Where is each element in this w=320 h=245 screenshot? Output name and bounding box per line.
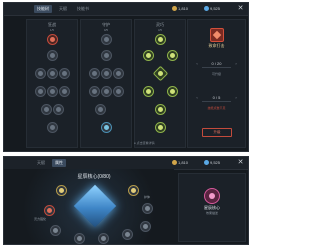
skill-node[interactable] xyxy=(101,122,112,133)
chevron-left-icon[interactable]: ‹ xyxy=(194,94,200,102)
skill-node[interactable] xyxy=(101,68,112,79)
tab-attributes[interactable]: 属性 xyxy=(52,159,66,167)
core-node[interactable] xyxy=(50,225,61,236)
tab-skill-tree[interactable]: 技能树 xyxy=(34,5,52,13)
skill-node[interactable] xyxy=(95,104,106,115)
skill-node[interactable] xyxy=(167,50,178,61)
core-detail-subtitle: 效果描述 xyxy=(205,211,218,215)
skill-node[interactable] xyxy=(155,34,166,45)
core-node[interactable] xyxy=(128,185,139,196)
skill-tree-screen: 技能树 天赋 技能书 1,810 9,525 ✕ 狂战 1/5 守护 0/5 灵… xyxy=(3,2,249,152)
stepper-value: 0 / 20 xyxy=(211,61,222,66)
skill-node[interactable] xyxy=(47,50,58,61)
core-title: 星辰核心(0/80) xyxy=(77,174,111,180)
skill-node[interactable] xyxy=(101,34,112,45)
skill-node[interactable] xyxy=(101,50,112,61)
core-detail-icon xyxy=(204,188,220,204)
skill-node[interactable] xyxy=(41,104,52,115)
column-title: 灵巧 xyxy=(156,22,164,27)
skill-node[interactable] xyxy=(143,86,154,97)
coin-icon xyxy=(172,160,177,166)
skill-node[interactable] xyxy=(167,86,178,97)
skill-node[interactable] xyxy=(47,122,58,133)
skill-node[interactable] xyxy=(155,122,166,133)
tab-talent[interactable]: 天赋 xyxy=(34,159,48,167)
gem-icon xyxy=(204,6,209,12)
upgrade-button[interactable]: 升级 xyxy=(202,128,232,137)
skill-title: 致命打击 xyxy=(208,43,225,48)
skill-node[interactable] xyxy=(59,68,70,79)
core-node[interactable] xyxy=(56,185,67,196)
skill-node[interactable] xyxy=(152,65,169,82)
close-icon[interactable]: ✕ xyxy=(236,4,245,13)
divider xyxy=(202,67,231,68)
points-stepper[interactable]: ‹ 0 / 5 › xyxy=(194,94,239,102)
node-label: 灵力强化 xyxy=(34,217,47,221)
skill-node[interactable] xyxy=(155,104,166,115)
resource-gems-value: 9,525 xyxy=(210,6,221,11)
skill-node[interactable] xyxy=(113,68,124,79)
footer-hint: ● 点击查看详情 xyxy=(134,141,155,145)
skill-detail-panel: 致命打击 ‹ 0 / 20 › 可升级 ‹ 0 / 5 › 技能点数不足 升级 xyxy=(187,19,246,148)
chevron-left-icon[interactable]: ‹ xyxy=(194,60,200,68)
resource-gems: 9,525 xyxy=(204,5,220,13)
skill-node[interactable] xyxy=(143,50,154,61)
core-node[interactable] xyxy=(74,233,85,244)
skill-node[interactable] xyxy=(101,86,112,97)
resource-gold-value: 1,810 xyxy=(178,160,189,165)
column-progress: 3/5 xyxy=(157,28,163,32)
core-node[interactable] xyxy=(98,233,109,244)
resource-gems-value: 9,525 xyxy=(210,160,221,165)
chevron-right-icon[interactable]: › xyxy=(233,60,239,68)
core-detail-panel: 星辰核心 效果描述 xyxy=(178,173,246,242)
resource-gold-value: 1,810 xyxy=(178,6,189,11)
tab-talent[interactable]: 天赋 xyxy=(56,5,70,13)
top-bar: 技能树 天赋 技能书 1,810 9,525 ✕ xyxy=(4,3,248,16)
skill-node[interactable] xyxy=(89,86,100,97)
level-stepper[interactable]: ‹ 0 / 20 › xyxy=(194,60,239,68)
core-screen: 天赋 属性 1,810 9,525 ✕ 星辰核心(0/80) 灵力强化 护体 星… xyxy=(3,156,249,245)
close-icon[interactable]: ✕ xyxy=(236,158,245,167)
resource-gold: 1,810 xyxy=(172,159,188,167)
node-label: 护体 xyxy=(144,195,151,199)
skill-column-1: 狂战 1/5 xyxy=(26,19,78,148)
skill-node[interactable] xyxy=(89,68,100,79)
column-header: 狂战 1/5 xyxy=(27,22,77,32)
core-node[interactable] xyxy=(140,221,151,232)
upgrade-note: 可升级 xyxy=(211,72,221,76)
column-title: 狂战 xyxy=(48,22,56,27)
skill-node[interactable] xyxy=(35,86,46,97)
stepper-value: 0 / 5 xyxy=(212,95,221,100)
core-node[interactable] xyxy=(122,229,133,240)
core-node[interactable] xyxy=(44,205,55,216)
resource-gold: 1,810 xyxy=(172,5,188,13)
chevron-right-icon[interactable]: › xyxy=(233,94,239,102)
gem-icon xyxy=(204,160,209,166)
skill-node[interactable] xyxy=(47,34,58,45)
resource-gems: 9,525 xyxy=(204,159,220,167)
divider xyxy=(202,101,231,102)
skill-node[interactable] xyxy=(59,86,70,97)
tab-skill-book[interactable]: 技能书 xyxy=(74,5,92,13)
column-progress: 0/5 xyxy=(103,28,109,32)
column-header: 守护 0/5 xyxy=(81,22,131,32)
skill-node[interactable] xyxy=(47,68,58,79)
skill-icon xyxy=(210,28,224,42)
column-header: 灵巧 3/5 xyxy=(135,22,185,32)
coin-icon xyxy=(172,6,177,12)
skill-column-3: 灵巧 3/5 xyxy=(134,19,186,148)
skill-node[interactable] xyxy=(53,104,64,115)
skill-node[interactable] xyxy=(47,86,58,97)
column-progress: 1/5 xyxy=(49,28,55,32)
column-title: 守护 xyxy=(102,22,110,27)
core-node[interactable] xyxy=(142,203,153,214)
skill-column-2: 守护 0/5 xyxy=(80,19,132,148)
skill-node[interactable] xyxy=(113,86,124,97)
warning-note: 技能点数不足 xyxy=(207,106,226,110)
skill-node[interactable] xyxy=(35,68,46,79)
